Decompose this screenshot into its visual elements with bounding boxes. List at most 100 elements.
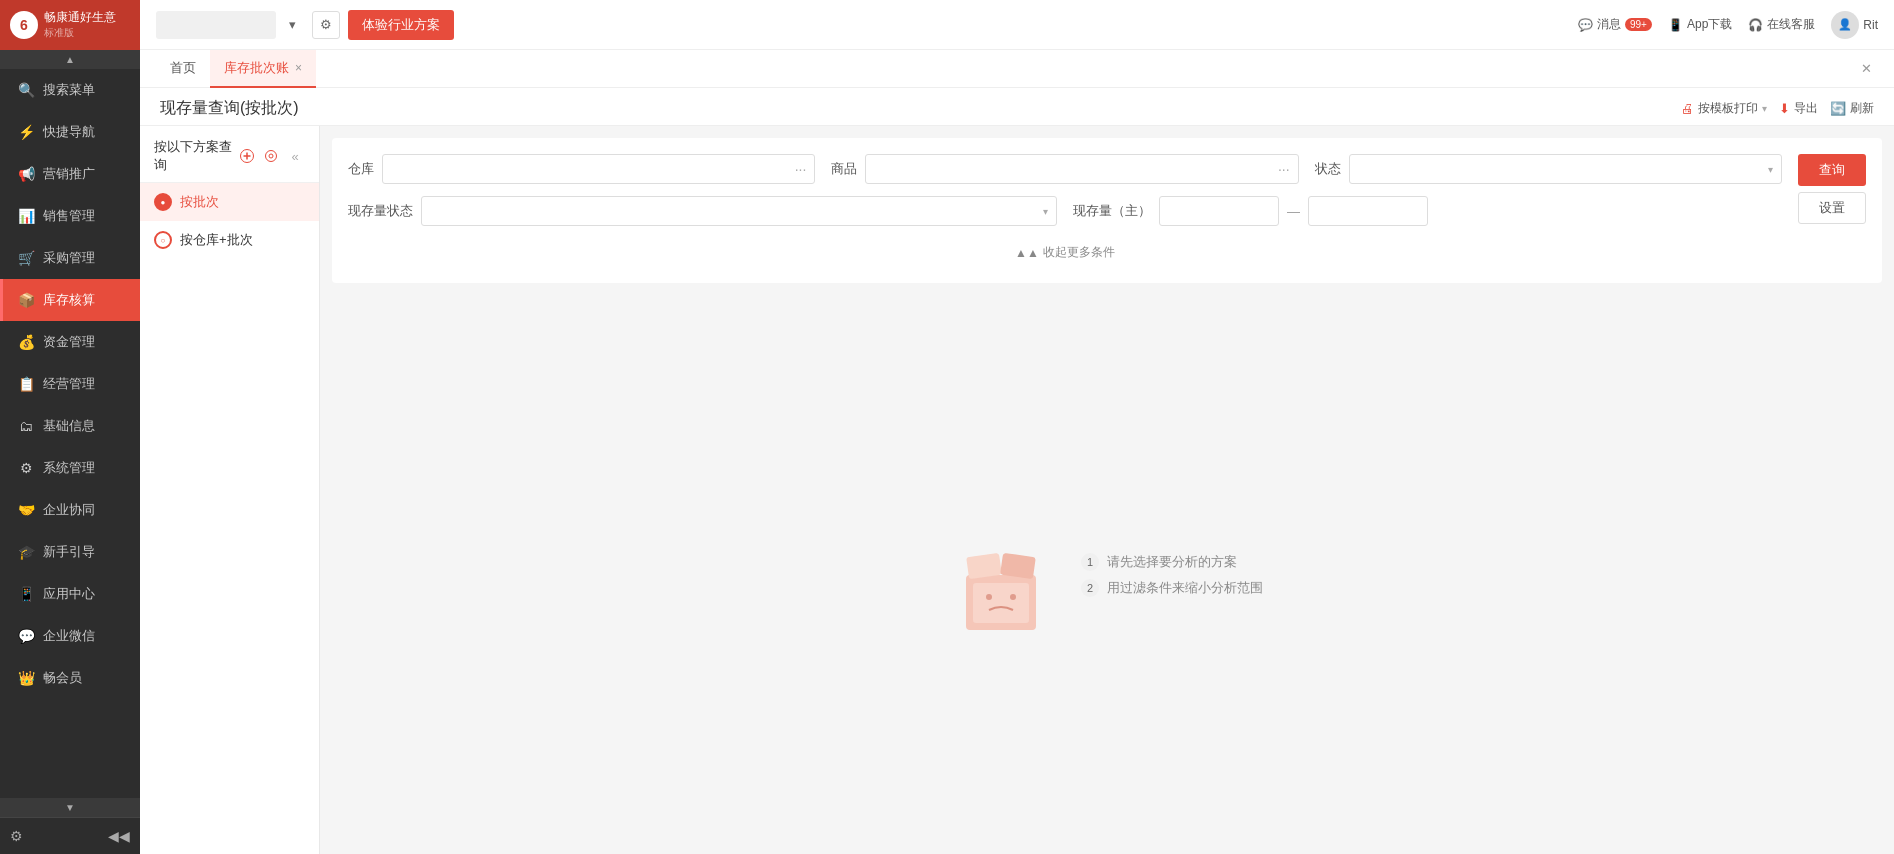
collapse-panel-btn[interactable]: « — [285, 146, 305, 166]
sidebar-item-newbie[interactable]: 🎓 新手引导 — [0, 531, 140, 573]
sidebar-item-search[interactable]: 🔍 搜索菜单 — [0, 69, 140, 111]
product-label: 商品 — [831, 160, 857, 178]
sidebar-item-purchase[interactable]: 🛒 采购管理 — [0, 237, 140, 279]
avatar: 👤 — [1831, 11, 1859, 39]
collapse-up-icon: ▲▲ — [1015, 246, 1039, 260]
product-input[interactable]: ··· — [865, 154, 1298, 184]
collapse-sidebar-icon[interactable]: ◀◀ — [108, 828, 130, 844]
app-download-action[interactable]: 📱 App下载 — [1668, 16, 1732, 33]
inventory-icon: 📦 — [17, 291, 35, 309]
print-label: 按模板打印 — [1698, 100, 1758, 117]
topbar-dropdown-btn[interactable]: ▾ — [280, 13, 304, 37]
sidebar-item-label: 经营管理 — [43, 375, 95, 393]
message-action[interactable]: 💬 消息 99+ — [1578, 16, 1652, 33]
stock-qty-min[interactable] — [1159, 196, 1279, 226]
quick-icon: ⚡ — [17, 123, 35, 141]
user-action[interactable]: 👤 Rit — [1831, 11, 1878, 39]
tab-home-label: 首页 — [170, 59, 196, 77]
sidebar-item-quick[interactable]: ⚡ 快捷导航 — [0, 111, 140, 153]
print-dropdown-icon[interactable]: ▾ — [1762, 103, 1767, 114]
sidebar-header: 6 畅康通好生意 标准版 — [0, 0, 140, 50]
query-btn[interactable]: 查询 — [1798, 154, 1866, 186]
add-plan-btn[interactable] — [237, 146, 257, 166]
experience-btn[interactable]: 体验行业方案 — [348, 10, 454, 40]
refresh-action[interactable]: 🔄 刷新 — [1830, 100, 1874, 117]
stock-qty-dash: — — [1287, 204, 1300, 219]
topbar-left: ▾ ⚙ 体验行业方案 — [156, 10, 1568, 40]
main-area: ▾ ⚙ 体验行业方案 💬 消息 99+ 📱 App下载 🎧 在线客服 👤 — [140, 0, 1894, 854]
status-field: 状态 ▾ — [1315, 154, 1782, 184]
topbar-search-input[interactable] — [156, 11, 276, 39]
print-action[interactable]: 🖨 按模板打印 ▾ — [1681, 100, 1767, 117]
hint-num-1: 1 — [1081, 553, 1099, 571]
stock-status-field: 现存量状态 ▾ — [348, 196, 1057, 226]
message-badge: 99+ — [1625, 18, 1652, 31]
sidebar-item-member[interactable]: 👑 畅会员 — [0, 657, 140, 699]
sidebar-item-label: 营销推广 — [43, 165, 95, 183]
edition-label: 标准版 — [44, 26, 116, 40]
sidebar-item-label: 采购管理 — [43, 249, 95, 267]
sidebar-item-sales[interactable]: 📊 销售管理 — [0, 195, 140, 237]
collapse-btn[interactable]: ▲▲ 收起更多条件 — [348, 238, 1782, 267]
plan-item-batch[interactable]: ● 按批次 — [140, 183, 319, 221]
avatar-initial: 👤 — [1838, 18, 1852, 31]
sidebar-item-system[interactable]: ⚙ 系统管理 — [0, 447, 140, 489]
plan-batch-icon: ● — [154, 193, 172, 211]
warehouse-field: 仓库 ··· — [348, 154, 815, 184]
export-action[interactable]: ⬇ 导出 — [1779, 100, 1818, 117]
user-name: Rit — [1863, 18, 1878, 32]
topbar: ▾ ⚙ 体验行业方案 💬 消息 99+ 📱 App下载 🎧 在线客服 👤 — [140, 0, 1894, 50]
message-label: 消息 — [1597, 16, 1621, 33]
status-select[interactable]: ▾ — [1349, 154, 1782, 184]
member-icon: 👑 — [17, 669, 35, 687]
tab-inventory-batch[interactable]: 库存批次账 × — [210, 50, 316, 88]
sidebar-item-wechat[interactable]: 💬 企业微信 — [0, 615, 140, 657]
settings-plan-btn[interactable] — [261, 146, 281, 166]
query-row-1: 仓库 ··· 商品 ··· — [348, 154, 1782, 184]
topbar-right: 💬 消息 99+ 📱 App下载 🎧 在线客服 👤 Rit — [1578, 11, 1878, 39]
product-dots[interactable]: ··· — [1278, 161, 1290, 177]
sidebar-item-finance[interactable]: 💰 资金管理 — [0, 321, 140, 363]
sidebar-item-marketing[interactable]: 📢 营销推广 — [0, 153, 140, 195]
online-service-action[interactable]: 🎧 在线客服 — [1748, 16, 1815, 33]
export-label: 导出 — [1794, 100, 1818, 117]
sidebar-item-inventory[interactable]: 📦 库存核算 — [0, 279, 140, 321]
svg-point-9 — [986, 594, 992, 600]
stock-status-arrow-icon: ▾ — [1043, 206, 1048, 217]
settings-footer-icon[interactable]: ⚙ — [10, 828, 23, 844]
nav-scroll-down[interactable]: ▼ — [0, 798, 140, 817]
tab-close-icon[interactable]: × — [295, 62, 302, 74]
nav-scroll-up[interactable]: ▲ — [0, 50, 140, 69]
warehouse-input[interactable]: ··· — [382, 154, 815, 184]
sidebar-item-enterprise[interactable]: 🤝 企业协同 — [0, 489, 140, 531]
sidebar-item-label: 快捷导航 — [43, 123, 95, 141]
topbar-settings-btn[interactable]: ⚙ — [312, 11, 340, 39]
sales-icon: 📊 — [17, 207, 35, 225]
hint-num-2: 2 — [1081, 579, 1099, 597]
sidebar-item-basics[interactable]: 🗂 基础信息 — [0, 405, 140, 447]
sidebar-footer: ⚙ ◀◀ — [0, 817, 140, 854]
sidebar-item-label: 库存核算 — [43, 291, 95, 309]
sidebar-item-label: 搜索菜单 — [43, 81, 95, 99]
settings-btn[interactable]: 设置 — [1798, 192, 1866, 224]
collapse-label: 收起更多条件 — [1043, 244, 1115, 261]
tab-inventory-batch-label: 库存批次账 — [224, 59, 289, 77]
online-service-label: 在线客服 — [1767, 16, 1815, 33]
sidebar-item-operations[interactable]: 📋 经营管理 — [0, 363, 140, 405]
svg-rect-7 — [1000, 552, 1036, 578]
tab-home[interactable]: 首页 — [156, 50, 210, 88]
sidebar-item-label: 基础信息 — [43, 417, 95, 435]
plan-batch-label: 按批次 — [180, 193, 219, 211]
warehouse-dots[interactable]: ··· — [795, 161, 807, 177]
page-header: 现存量查询(按批次) 🖨 按模板打印 ▾ ⬇ 导出 🔄 刷新 — [140, 88, 1894, 126]
plan-item-warehouse-batch[interactable]: ○ 按仓库+批次 — [140, 221, 319, 259]
left-panel: 按以下方案查询 « — [140, 126, 320, 854]
sidebar-item-apps[interactable]: 📱 应用中心 — [0, 573, 140, 615]
stock-status-select[interactable]: ▾ — [421, 196, 1057, 226]
svg-point-4 — [269, 154, 273, 158]
tab-close-all-btn[interactable]: ✕ — [1854, 57, 1878, 81]
sidebar-item-label: 系统管理 — [43, 459, 95, 477]
sidebar-item-label: 销售管理 — [43, 207, 95, 225]
sidebar-item-label: 应用中心 — [43, 585, 95, 603]
stock-qty-max[interactable] — [1308, 196, 1428, 226]
